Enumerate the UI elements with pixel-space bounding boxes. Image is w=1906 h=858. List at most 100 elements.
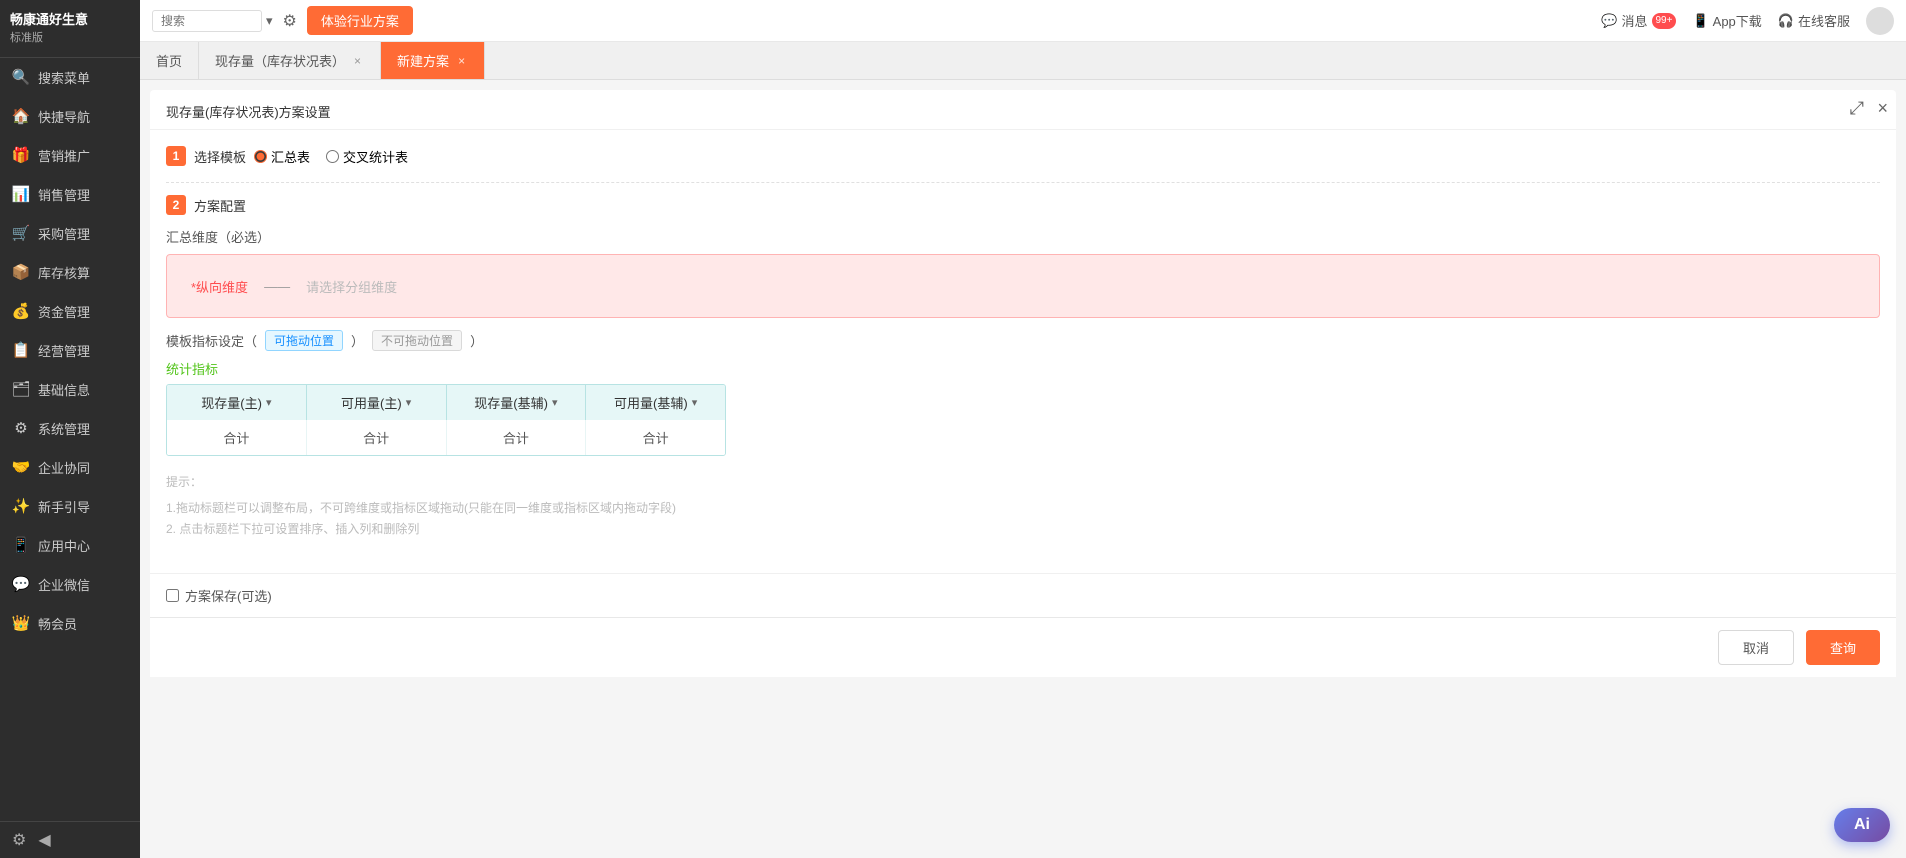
tab-new-scheme-label: 新建方案 [397, 51, 449, 70]
messages-item[interactable]: 💬 消息 99+ [1601, 11, 1676, 30]
tab-inventory-status[interactable]: 现存量（库存状况表） × [199, 42, 381, 79]
member-label: 畅会员 [38, 614, 77, 633]
panel-close-btn[interactable]: × [1877, 98, 1888, 119]
dropdown-btn[interactable]: ▾ [266, 13, 273, 29]
panel-title: 现存量(库存状况表)方案设置 [150, 90, 1896, 130]
stats-header-cell[interactable]: 可用量(主)▾ [307, 385, 447, 420]
sidebar-item-quick-nav[interactable]: 🏠快捷导航 [0, 97, 140, 136]
dimension-label-text: 汇总维度（必选） [166, 230, 270, 245]
sidebar-item-operations[interactable]: 📋经营管理 [0, 331, 140, 370]
radio-cross-label: 交叉统计表 [343, 147, 408, 166]
online-service-label: 在线客服 [1798, 11, 1850, 30]
sidebar-item-marketing[interactable]: 🎁营销推广 [0, 136, 140, 175]
step2-title: 方案配置 [194, 196, 246, 215]
tip-item: 2. 点击标题栏下拉可设置排序、插入列和删除列 [166, 519, 1880, 541]
stats-header-cell[interactable]: 现存量(主)▾ [167, 385, 307, 420]
step1-number: 1 [166, 146, 186, 166]
stats-body-cell: 合计 [447, 420, 587, 455]
app-center-icon: 📱 [12, 536, 30, 554]
stats-table-header: 现存量(主)▾可用量(主)▾现存量(基辅)▾可用量(基辅)▾ [167, 385, 725, 420]
purchase-icon: 🛒 [12, 224, 30, 242]
search-input[interactable] [152, 10, 262, 32]
sidebar-item-enterprise[interactable]: 🤝 企业协同 [0, 448, 140, 487]
stats-header-cell[interactable]: 现存量(基辅)▾ [447, 385, 587, 420]
new-guide-label: 新手引导 [38, 497, 90, 516]
radio-summary-input[interactable] [254, 150, 267, 163]
tab-inventory-close[interactable]: × [351, 53, 364, 69]
stats-header-cell[interactable]: 可用量(基辅)▾ [586, 385, 725, 420]
sidebar-item-new-guide[interactable]: ✨ 新手引导 [0, 487, 140, 526]
message-icon: 💬 [1601, 13, 1617, 29]
content-area: ⤢ × 现存量(库存状况表)方案设置 1 选择模板 汇总表 [140, 80, 1906, 858]
stats-section-label: 统计指标 [166, 359, 1880, 378]
query-button[interactable]: 查询 [1806, 630, 1880, 665]
tab-new-scheme-close[interactable]: × [455, 53, 468, 69]
basic-info-label: 基础信息 [38, 380, 90, 399]
system-icon: ⚙ [12, 419, 30, 437]
sidebar-item-enterprise-wechat[interactable]: 💬企业微信 [0, 565, 140, 604]
tab-new-scheme[interactable]: 新建方案 × [381, 42, 485, 79]
sidebar-item-basic-info[interactable]: 🗂 基础信息 [0, 370, 140, 409]
finance-icon: 💰 [12, 302, 30, 320]
new-guide-icon: ✨ [12, 497, 30, 515]
indicator-badge-blue: 可拖动位置 [265, 330, 343, 351]
sidebar-item-finance[interactable]: 💰资金管理 [0, 292, 140, 331]
section-divider-1 [166, 182, 1880, 183]
tabs: 首页 现存量（库存状况表） × 新建方案 × [140, 42, 1906, 80]
settings-icon[interactable]: ⚙ [12, 830, 26, 850]
tab-inventory-label: 现存量（库存状况表） [215, 51, 345, 70]
radio-summary[interactable]: 汇总表 [254, 147, 310, 166]
sidebar-item-system[interactable]: ⚙系统管理 [0, 409, 140, 448]
app-download-item[interactable]: 📱 App下载 [1692, 11, 1761, 30]
tab-home[interactable]: 首页 [140, 42, 199, 79]
member-icon: 👑 [12, 614, 30, 632]
inventory-icon: 📦 [12, 263, 30, 281]
sidebar-item-sales[interactable]: 📊销售管理 [0, 175, 140, 214]
topbar: ▾ ⚙ 体验行业方案 💬 消息 99+ 📱 App下载 🎧 在线客服 [140, 0, 1906, 42]
template-radio-group: 汇总表 交叉统计表 [254, 147, 408, 166]
app-download-icon: 📱 [1692, 13, 1708, 29]
indicator-setting: 模板指标设定（ 可拖动位置 ） 不可拖动位置 ） [166, 330, 1880, 351]
experience-btn[interactable]: 体验行业方案 [307, 6, 413, 35]
cancel-button[interactable]: 取消 [1718, 630, 1794, 665]
main-area: ▾ ⚙ 体验行业方案 💬 消息 99+ 📱 App下载 🎧 在线客服 首页 [140, 0, 1906, 858]
sidebar-item-search-menu[interactable]: 🔍搜索菜单 [0, 58, 140, 97]
save-checkbox[interactable] [166, 589, 179, 602]
topbar-right: 💬 消息 99+ 📱 App下载 🎧 在线客服 [1601, 7, 1894, 35]
chevron-down-icon: ▾ [552, 396, 558, 409]
tab-home-label: 首页 [156, 51, 182, 70]
step2-section: 2 方案配置 汇总维度（必选） *纵向维度 —— 请选择分组维度 模板指标设定（ [166, 195, 1880, 541]
radio-cross-input[interactable] [326, 150, 339, 163]
radio-cross[interactable]: 交叉统计表 [326, 147, 408, 166]
sidebar-item-app-center[interactable]: 📱 应用中心 [0, 526, 140, 565]
scheme-panel: ⤢ × 现存量(库存状况表)方案设置 1 选择模板 汇总表 [150, 90, 1896, 677]
radio-summary-label: 汇总表 [271, 147, 310, 166]
sidebar-logo-sub: 标准版 [10, 29, 130, 45]
sales-icon: 📊 [12, 185, 30, 203]
save-option: 方案保存(可选) [150, 573, 1896, 617]
sidebar-item-purchase[interactable]: 🛒采购管理 [0, 214, 140, 253]
sidebar-item-member[interactable]: 👑 畅会员 [0, 604, 140, 643]
basic-info-icon: 🗂 [12, 380, 30, 398]
ai-button[interactable]: Ai [1834, 808, 1890, 842]
enterprise-icon: 🤝 [12, 458, 30, 476]
chevron-down-icon: ▾ [266, 396, 272, 409]
step2-number: 2 [166, 195, 186, 215]
quick-nav-label: 快捷导航 [38, 107, 90, 126]
sidebar-menu: 🔍搜索菜单🏠快捷导航🎁营销推广📊销售管理🛒采购管理📦库存核算💰资金管理📋经营管理… [0, 58, 140, 821]
volume-icon[interactable]: ◀ [38, 830, 50, 850]
expand-btn[interactable]: ⤢ [1850, 98, 1864, 119]
sidebar-logo: 畅康通好生意 标准版 [0, 0, 140, 58]
operations-icon: 📋 [12, 341, 30, 359]
enterprise-label: 企业协同 [38, 458, 90, 477]
gear-icon[interactable]: ⚙ [283, 11, 297, 31]
sidebar-item-inventory[interactable]: 📦库存核算 [0, 253, 140, 292]
online-service-item[interactable]: 🎧 在线客服 [1778, 11, 1850, 30]
app-center-label: 应用中心 [38, 536, 90, 555]
dimension-box: *纵向维度 —— 请选择分组维度 [166, 254, 1880, 318]
sidebar: 畅康通好生意 标准版 🔍搜索菜单🏠快捷导航🎁营销推广📊销售管理🛒采购管理📦库存核… [0, 0, 140, 858]
chevron-down-icon: ▾ [406, 396, 412, 409]
step2-header: 2 方案配置 [166, 195, 1880, 215]
avatar[interactable] [1866, 7, 1894, 35]
dimension-field-label: *纵向维度 [191, 277, 248, 296]
